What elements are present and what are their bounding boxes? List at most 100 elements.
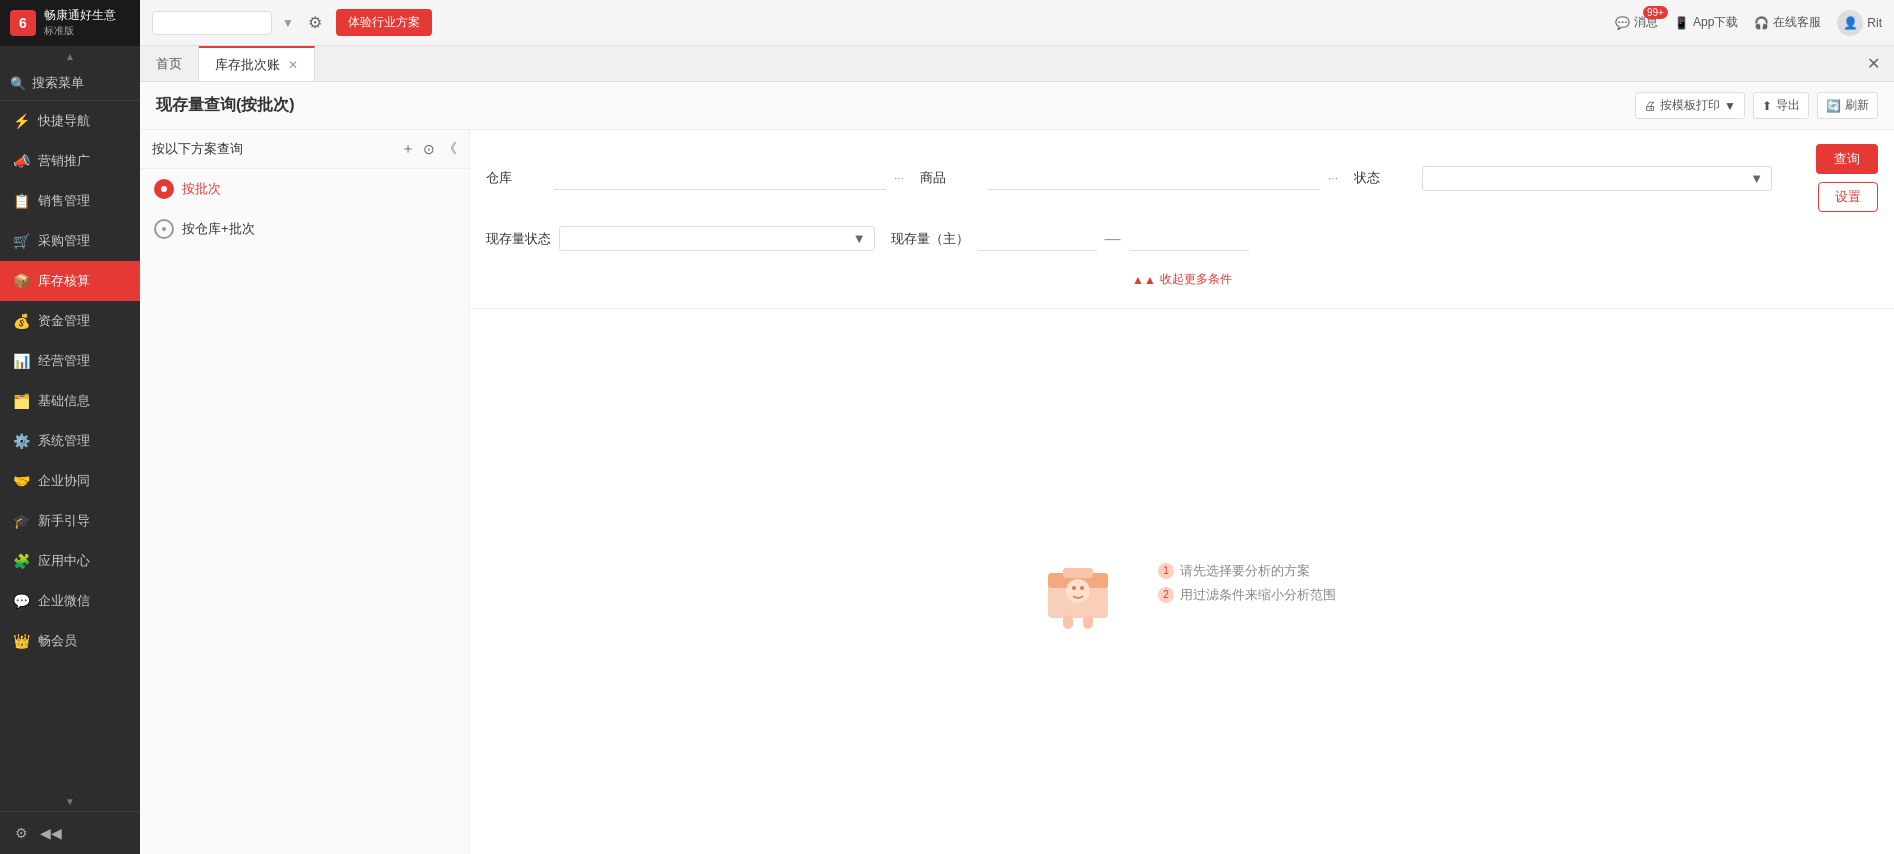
filter-header: 按以下方案查询 ＋ ⊙ 《 <box>140 130 469 169</box>
svg-point-6 <box>1072 586 1076 590</box>
product-more-icon[interactable]: ··· <box>1328 171 1338 185</box>
industry-btn[interactable]: 体验行业方案 <box>336 9 432 36</box>
page-content: 现存量查询(按批次) 🖨 按模板打印 ▼ ⬆ 导出 🔄 刷新 <box>140 82 1894 854</box>
sidebar-item-base-info[interactable]: 🗂️ 基础信息 <box>0 381 140 421</box>
hint-text-1: 请先选择要分析的方案 <box>1180 562 1310 580</box>
sidebar-item-label: 库存核算 <box>38 272 90 290</box>
status-select[interactable]: ▼ <box>1422 166 1772 191</box>
guide-icon: 🎓 <box>12 512 30 530</box>
settings-icon[interactable]: ⚙ <box>10 822 32 844</box>
app-download-btn[interactable]: 📱 App下载 <box>1674 14 1738 31</box>
tab-panel-close-btn[interactable]: ✕ <box>1853 54 1894 73</box>
sidebar-scroll-up[interactable]: ▲ <box>0 46 140 66</box>
quick-nav-icon: ⚡ <box>12 112 30 130</box>
sidebar-item-operations[interactable]: 📊 经营管理 <box>0 341 140 381</box>
query-btn[interactable]: 查询 <box>1816 144 1878 174</box>
topbar-right: 💬 消息 99+ 📱 App下载 🎧 在线客服 👤 Rit <box>1615 10 1882 36</box>
hint-item-1: 1 请先选择要分析的方案 <box>1158 562 1336 580</box>
sidebar-scroll-down[interactable]: ▼ <box>0 791 140 811</box>
sidebar-item-sales[interactable]: 📋 销售管理 <box>0 181 140 221</box>
page-header-actions: 🖨 按模板打印 ▼ ⬆ 导出 🔄 刷新 <box>1635 92 1878 119</box>
online-service-label: 在线客服 <box>1773 14 1821 31</box>
sidebar-search-label: 搜索菜单 <box>32 74 84 92</box>
inventory-status-chevron-icon: ▼ <box>853 231 866 246</box>
sidebar-item-label: 经营管理 <box>38 352 90 370</box>
sidebar-item-inventory[interactable]: 📦 库存核算 <box>0 261 140 301</box>
sidebar-item-label: 企业协同 <box>38 472 90 490</box>
avatar-placeholder-icon: 👤 <box>1843 16 1858 30</box>
topbar-chevron-icon[interactable]: ▼ <box>282 16 294 30</box>
sales-icon: 📋 <box>12 192 30 210</box>
status-chevron-icon: ▼ <box>1750 171 1763 186</box>
print-template-btn[interactable]: 🖨 按模板打印 ▼ <box>1635 92 1745 119</box>
refresh-btn[interactable]: 🔄 刷新 <box>1817 92 1878 119</box>
svg-point-7 <box>1080 586 1084 590</box>
warehouse-field: 仓库 ··· <box>486 166 904 190</box>
filter-collapse-icon[interactable]: 《 <box>443 140 457 158</box>
sidebar-item-system[interactable]: ⚙️ 系统管理 <box>0 421 140 461</box>
tab-inventory-batch-label: 库存批次账 <box>215 56 280 74</box>
range-dash: — <box>1105 230 1121 248</box>
inventory-qty-from-input[interactable] <box>977 227 1097 251</box>
sidebar-footer: ⚙ ◀◀ <box>0 811 140 854</box>
collapse-more-conditions-btn[interactable]: ▲▲ 收起更多条件 <box>486 265 1878 294</box>
app-download-icon: 📱 <box>1674 16 1689 30</box>
online-service-btn[interactable]: 🎧 在线客服 <box>1754 14 1821 31</box>
inventory-status-field: 现存量状态 ▼ <box>486 226 875 251</box>
hint-text-2: 用过滤条件来缩小分析范围 <box>1180 586 1336 604</box>
empty-state-content: 1 请先选择要分析的方案 2 用过滤条件来缩小分析范围 <box>1028 533 1336 633</box>
tab-home-label: 首页 <box>156 55 182 73</box>
sidebar-item-wechat[interactable]: 💬 企业微信 <box>0 581 140 621</box>
sidebar-item-finance[interactable]: 💰 资金管理 <box>0 301 140 341</box>
sidebar-item-label: 新手引导 <box>38 512 90 530</box>
inventory-qty-to-input[interactable] <box>1129 227 1249 251</box>
sidebar-item-guide[interactable]: 🎓 新手引导 <box>0 501 140 541</box>
export-btn[interactable]: ⬆ 导出 <box>1753 92 1809 119</box>
settings-btn[interactable]: 设置 <box>1818 182 1878 212</box>
status-field: 状态 ▼ <box>1354 166 1772 191</box>
wechat-icon: 💬 <box>12 592 30 610</box>
topbar-search-input[interactable] <box>152 11 272 35</box>
filter-item-warehouse-batch-label: 按仓库+批次 <box>182 220 255 238</box>
empty-state-area: 1 请先选择要分析的方案 2 用过滤条件来缩小分析范围 <box>470 309 1894 854</box>
sidebar-item-purchase[interactable]: 🛒 采购管理 <box>0 221 140 261</box>
messages-btn[interactable]: 💬 消息 99+ <box>1615 14 1658 31</box>
tabbar: 首页 库存批次账 ✕ ✕ <box>140 46 1894 82</box>
marketing-icon: 📣 <box>12 152 30 170</box>
inventory-status-select[interactable]: ▼ <box>559 226 875 251</box>
messages-icon: 💬 <box>1615 16 1630 30</box>
sidebar-item-app-center[interactable]: 🧩 应用中心 <box>0 541 140 581</box>
search-icon: 🔍 <box>10 76 26 91</box>
warehouse-input[interactable] <box>554 166 886 190</box>
warehouse-more-icon[interactable]: ··· <box>894 171 904 185</box>
sidebar-item-quick-nav[interactable]: ⚡ 快捷导航 <box>0 101 140 141</box>
filter-settings-icon[interactable]: ⊙ <box>423 141 435 157</box>
product-label: 商品 <box>920 169 980 187</box>
sidebar-item-member[interactable]: 👑 畅会员 <box>0 621 140 661</box>
tab-inventory-batch[interactable]: 库存批次账 ✕ <box>199 46 315 81</box>
tab-home[interactable]: 首页 <box>140 46 199 81</box>
hint-num-1: 1 <box>1158 563 1174 579</box>
export-icon: ⬆ <box>1762 99 1772 113</box>
svg-point-5 <box>1066 579 1090 603</box>
sidebar-item-label: 系统管理 <box>38 432 90 450</box>
filter-item-by-warehouse-batch[interactable]: 按仓库+批次 <box>140 209 469 249</box>
add-filter-icon[interactable]: ＋ <box>401 140 415 158</box>
sidebar-item-enterprise[interactable]: 🤝 企业协同 <box>0 461 140 501</box>
sidebar-search[interactable]: 🔍 搜索菜单 <box>0 66 140 101</box>
collapse-sidebar-icon[interactable]: ◀◀ <box>40 822 62 844</box>
inventory-qty-field: 现存量（主） — <box>891 227 1280 251</box>
query-form: 仓库 ··· 商品 ··· 状态 <box>470 130 1894 309</box>
topbar: ▼ ⚙ 体验行业方案 💬 消息 99+ 📱 App下载 🎧 在线客服 👤 Rit <box>140 0 1894 46</box>
refresh-label: 刷新 <box>1845 97 1869 114</box>
collapse-label: 收起更多条件 <box>1160 271 1232 288</box>
filter-item-by-batch[interactable]: 按批次 <box>140 169 469 209</box>
topbar-gear-icon[interactable]: ⚙ <box>308 13 322 32</box>
user-avatar[interactable]: 👤 Rit <box>1837 10 1882 36</box>
product-input[interactable] <box>988 166 1320 190</box>
inventory-icon: 📦 <box>12 272 30 290</box>
sidebar-item-marketing[interactable]: 📣 营销推广 <box>0 141 140 181</box>
tab-close-icon[interactable]: ✕ <box>288 58 298 72</box>
query-row-1: 仓库 ··· 商品 ··· 状态 <box>486 144 1878 212</box>
sidebar-item-label: 畅会员 <box>38 632 77 650</box>
